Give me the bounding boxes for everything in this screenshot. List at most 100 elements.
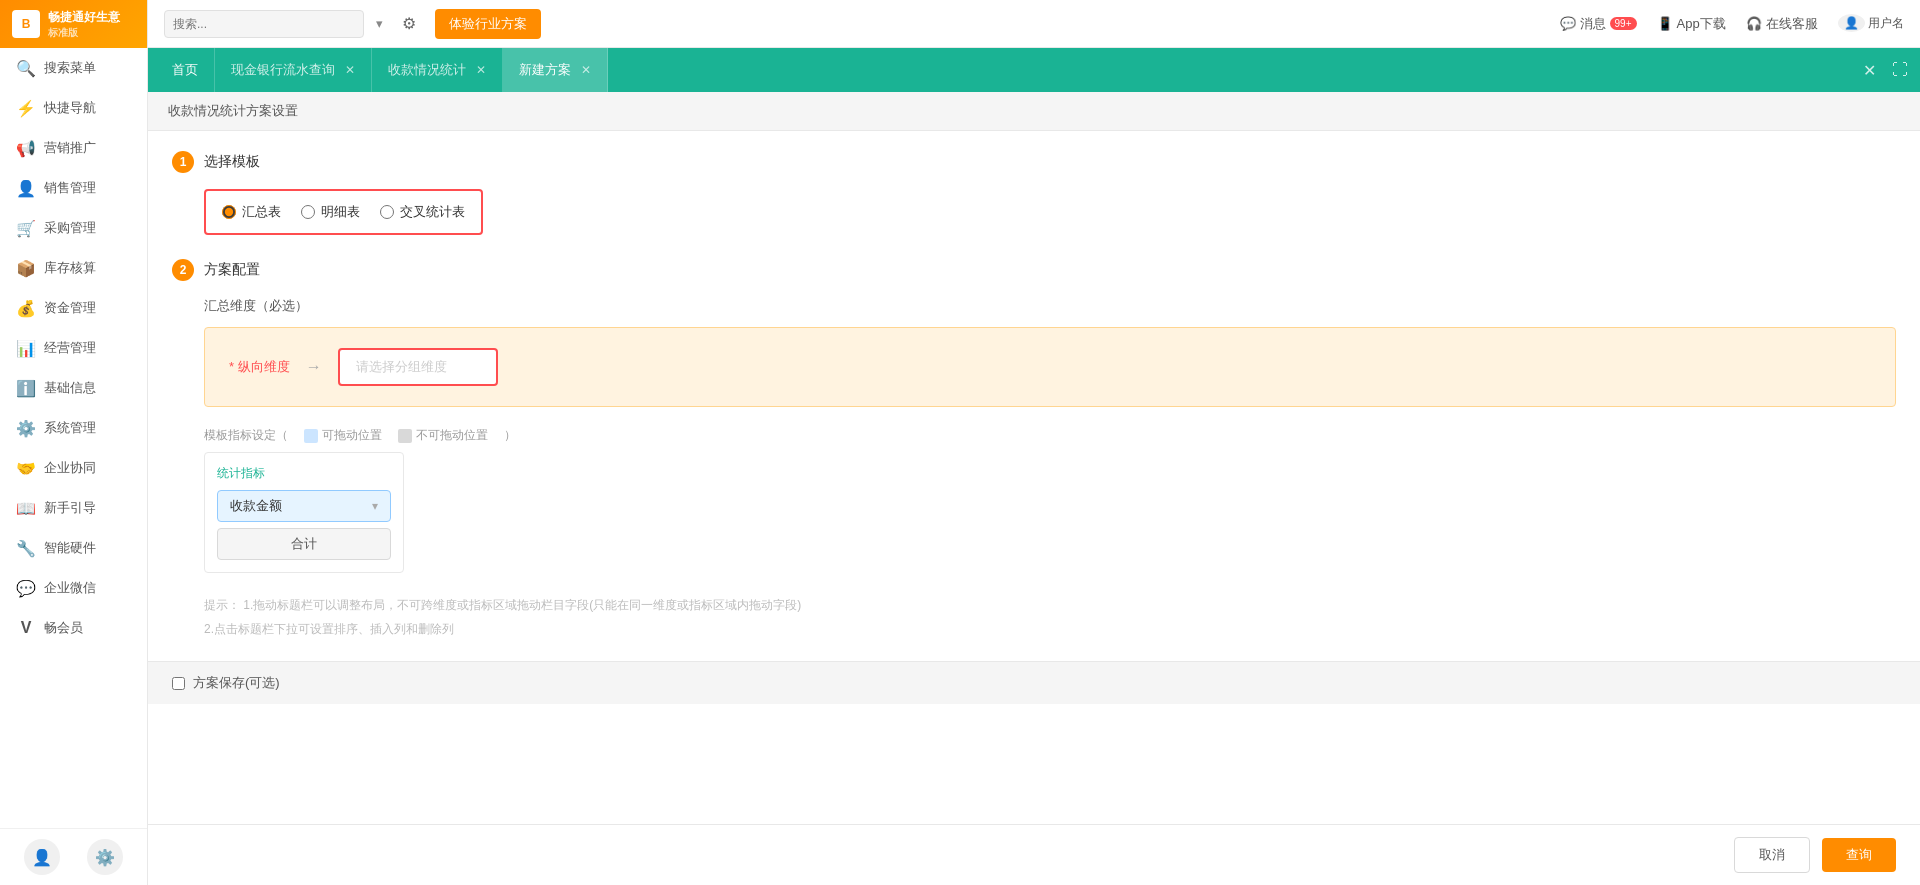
radio-summary[interactable]: 汇总表 <box>222 203 281 221</box>
topbar: ▾ ⚙ 体验行业方案 💬 消息 99+ 📱 App下载 🎧 在线客服 👤 用户名 <box>148 0 1920 48</box>
user-avatar: 👤 <box>1838 14 1865 32</box>
radio-detail-input[interactable] <box>301 205 315 219</box>
main-content: ▾ ⚙ 体验行业方案 💬 消息 99+ 📱 App下载 🎧 在线客服 👤 用户名 <box>148 0 1920 885</box>
tab-collection-close[interactable]: ✕ <box>476 63 486 77</box>
template-radio-group: 汇总表 明细表 交叉统计表 <box>222 203 465 221</box>
sidebar-item-member[interactable]: V 畅会员 <box>0 608 147 648</box>
step2-section: 2 方案配置 汇总维度（必选） * 纵向维度 → 请选择分组维 <box>172 259 1896 641</box>
cart-icon: 🛒 <box>16 218 36 238</box>
notification-button[interactable]: 💬 消息 99+ <box>1560 15 1637 33</box>
radio-summary-label: 汇总表 <box>242 203 281 221</box>
radio-detail-label: 明细表 <box>321 203 360 221</box>
download-icon: 📱 <box>1657 16 1673 31</box>
dimension-select[interactable]: 请选择分组维度 <box>338 348 498 386</box>
person-icon: 👤 <box>16 178 36 198</box>
radio-cross[interactable]: 交叉统计表 <box>380 203 465 221</box>
tab-home[interactable]: 首页 <box>156 48 215 92</box>
user-info[interactable]: 👤 用户名 <box>1838 15 1904 32</box>
radio-summary-input[interactable] <box>222 205 236 219</box>
dimension-placeholder: 请选择分组维度 <box>356 359 447 374</box>
tab-cashflow[interactable]: 现金银行流水查询 ✕ <box>215 48 372 92</box>
form-section: 1 选择模板 汇总表 明细表 <box>148 131 1920 661</box>
sidebar-item-wechat[interactable]: 💬 企业微信 <box>0 568 147 608</box>
hint-text: 提示： 1.拖动标题栏可以调整布局，不可跨维度或指标区域拖动栏目字段(只能在同一… <box>204 593 1896 641</box>
dimension-title: 汇总维度（必选） <box>204 297 1896 315</box>
wechat-icon: 💬 <box>16 578 36 598</box>
tab-cashflow-label: 现金银行流水查询 <box>231 61 335 79</box>
radio-cross-input[interactable] <box>380 205 394 219</box>
sidebar-item-purchase[interactable]: 🛒 采购管理 <box>0 208 147 248</box>
sidebar-item-sales[interactable]: 👤 销售管理 <box>0 168 147 208</box>
online-service-button[interactable]: 🎧 在线客服 <box>1746 15 1818 33</box>
step2-label: 2 方案配置 <box>172 259 1896 281</box>
chevron-down-icon[interactable]: ▾ <box>376 16 383 31</box>
gear-icon: ⚙️ <box>16 418 36 438</box>
dimension-area: * 纵向维度 → 请选择分组维度 <box>204 327 1896 407</box>
marketing-icon: 📢 <box>16 138 36 158</box>
metric-chevron-icon: ▾ <box>372 499 378 513</box>
sidebar-nav: 🔍 搜索菜单 ⚡ 快捷导航 📢 营销推广 👤 销售管理 🛒 采购管理 📦 库存核… <box>0 48 147 828</box>
sidebar-item-hardware[interactable]: 🔧 智能硬件 <box>0 528 147 568</box>
sidebar-item-quick-nav[interactable]: ⚡ 快捷导航 <box>0 88 147 128</box>
tabbar: 首页 现金银行流水查询 ✕ 收款情况统计 ✕ 新建方案 ✕ ✕ ⛶ <box>148 48 1920 92</box>
sidebar-item-system[interactable]: ⚙️ 系统管理 <box>0 408 147 448</box>
service-icon: 🎧 <box>1746 16 1762 31</box>
tabbar-actions: ✕ ⛶ <box>1859 57 1912 84</box>
logo-text: 畅捷通好生意 <box>48 9 120 26</box>
metric-collection-label: 收款金额 <box>230 497 282 515</box>
tab-home-label: 首页 <box>172 61 198 79</box>
tab-new-plan-label: 新建方案 <box>519 61 571 79</box>
arrow-icon: → <box>306 358 322 376</box>
hardware-icon: 🔧 <box>16 538 36 558</box>
tab-cashflow-close[interactable]: ✕ <box>345 63 355 77</box>
cancel-button[interactable]: 取消 <box>1734 837 1810 873</box>
sidebar-item-cooperation[interactable]: 🤝 企业协同 <box>0 448 147 488</box>
hint-line2: 2.点击标题栏下拉可设置排序、插入列和删除列 <box>204 617 1896 641</box>
sidebar-item-inventory[interactable]: 📦 库存核算 <box>0 248 147 288</box>
content-area: 收款情况统计方案设置 1 选择模板 汇总表 <box>148 92 1920 824</box>
sidebar-item-guide[interactable]: 📖 新手引导 <box>0 488 147 528</box>
radio-detail[interactable]: 明细表 <box>301 203 360 221</box>
sidebar-bottom-icon1[interactable]: 👤 <box>24 839 60 875</box>
query-button[interactable]: 查询 <box>1822 838 1896 872</box>
topbar-right: 💬 消息 99+ 📱 App下载 🎧 在线客服 👤 用户名 <box>1560 15 1904 33</box>
sidebar-bottom-icon2[interactable]: ⚙️ <box>87 839 123 875</box>
step2-title: 方案配置 <box>204 261 260 279</box>
settings-icon[interactable]: ⚙ <box>395 10 423 38</box>
radio-cross-label: 交叉统计表 <box>400 203 465 221</box>
movable-indicator: 可拖动位置 <box>304 427 382 444</box>
app-download-button[interactable]: 📱 App下载 <box>1657 15 1726 33</box>
member-icon: V <box>16 618 36 638</box>
tab-new-plan-close[interactable]: ✕ <box>581 63 591 77</box>
metrics-settings-label: 模板指标设定（ <box>204 427 288 444</box>
tab-new-plan[interactable]: 新建方案 ✕ <box>503 48 608 92</box>
box-icon: 📦 <box>16 258 36 278</box>
search-input[interactable] <box>164 10 364 38</box>
sidebar-bottom: 👤 ⚙️ <box>0 828 147 885</box>
maximize-icon[interactable]: ⛶ <box>1888 57 1912 83</box>
handshake-icon: 🤝 <box>16 458 36 478</box>
step1-label: 1 选择模板 <box>172 151 1896 173</box>
tab-collection[interactable]: 收款情况统计 ✕ <box>372 48 503 92</box>
sidebar: B 畅捷通好生意 标准版 🔍 搜索菜单 ⚡ 快捷导航 📢 营销推广 👤 销售管理… <box>0 0 148 885</box>
metrics-section: 模板指标设定（ 可拖动位置 不可拖动位置 ） <box>204 427 1896 573</box>
dimension-row: * 纵向维度 → 请选择分组维度 <box>229 348 1871 386</box>
metrics-close-paren: ） <box>504 427 516 444</box>
sidebar-logo: B 畅捷通好生意 标准版 <box>0 0 147 48</box>
save-plan-label[interactable]: 方案保存(可选) <box>193 674 280 692</box>
trial-button[interactable]: 体验行业方案 <box>435 9 541 39</box>
sidebar-item-marketing[interactable]: 📢 营销推广 <box>0 128 147 168</box>
notification-badge: 99+ <box>1610 17 1637 30</box>
metric-item-collection[interactable]: 收款金额 ▾ <box>217 490 391 522</box>
save-plan-checkbox[interactable] <box>172 677 185 690</box>
lightning-icon: ⚡ <box>16 98 36 118</box>
fixed-indicator: 不可拖动位置 <box>398 427 488 444</box>
step2-circle: 2 <box>172 259 194 281</box>
sidebar-item-basic-info[interactable]: ℹ️ 基础信息 <box>0 368 147 408</box>
sidebar-item-search[interactable]: 🔍 搜索菜单 <box>0 48 147 88</box>
sidebar-item-finance[interactable]: 💰 资金管理 <box>0 288 147 328</box>
version-label: 标准版 <box>48 26 120 40</box>
chart-icon: 📊 <box>16 338 36 358</box>
sidebar-item-management[interactable]: 📊 经营管理 <box>0 328 147 368</box>
minimize-icon[interactable]: ✕ <box>1859 57 1880 84</box>
